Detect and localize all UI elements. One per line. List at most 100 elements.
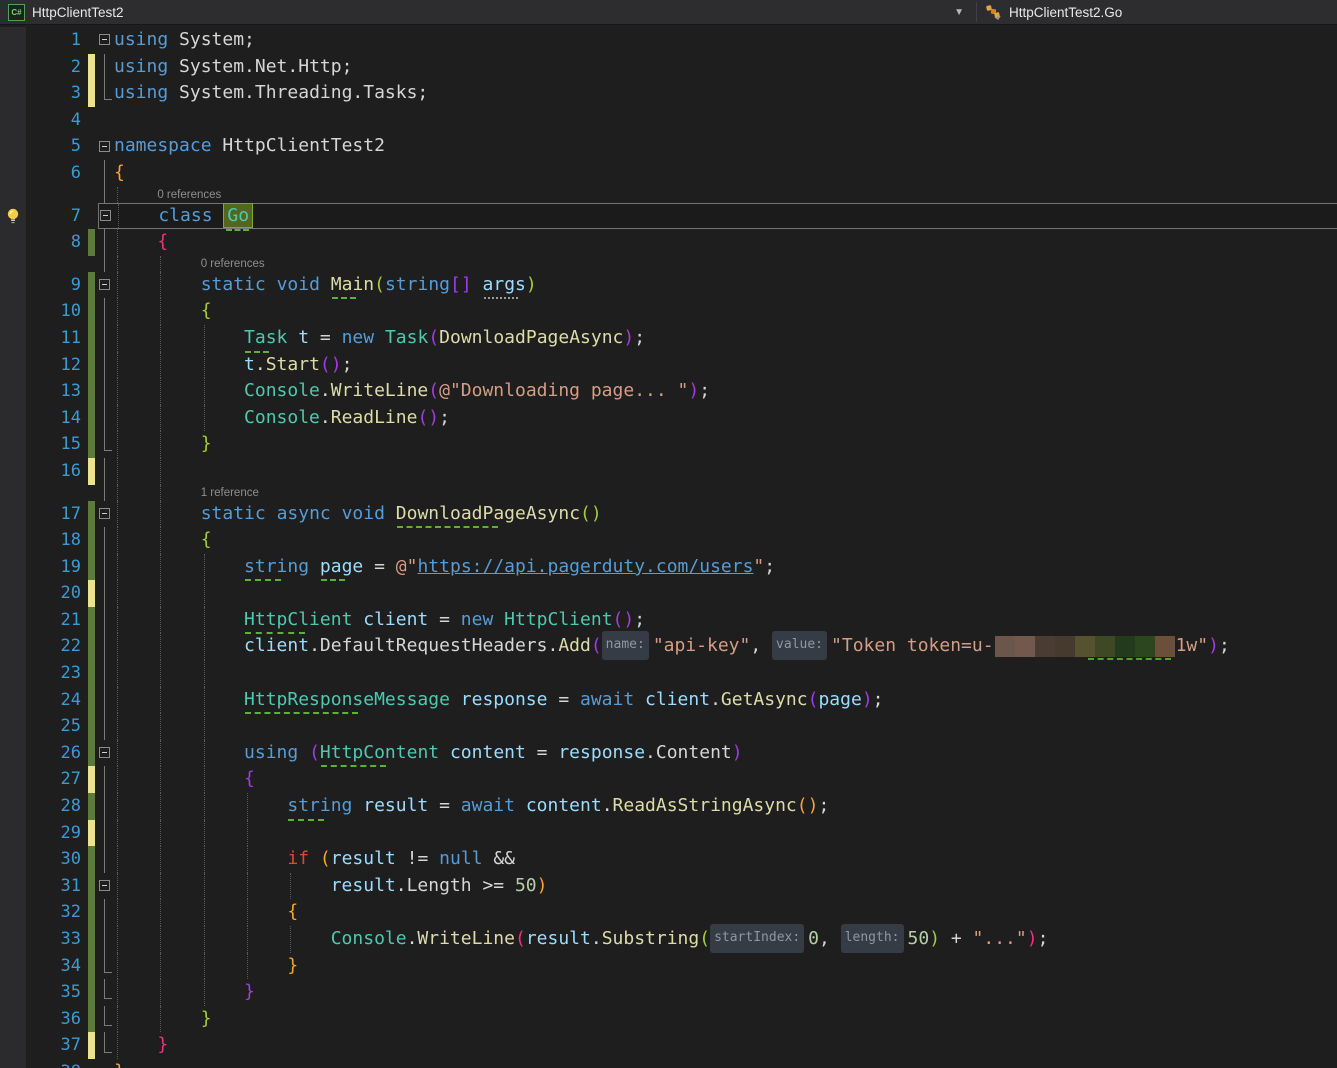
fold-collapse-icon[interactable] <box>99 508 110 519</box>
code-text[interactable] <box>114 458 1337 485</box>
breakpoint-margin[interactable] <box>0 133 26 160</box>
breakpoint-margin[interactable] <box>0 352 26 379</box>
breakpoint-margin[interactable] <box>0 979 26 1006</box>
code-text[interactable]: static void Main(string[] args) <box>114 272 1337 299</box>
code-text[interactable]: } <box>114 979 1337 1006</box>
codelens-references[interactable]: 0 references <box>201 256 265 272</box>
breakpoint-margin[interactable] <box>0 405 26 432</box>
code-text[interactable]: using System; <box>114 27 1337 54</box>
breakpoint-margin[interactable] <box>0 740 26 767</box>
breakpoint-margin[interactable] <box>0 203 26 230</box>
codelens-references[interactable]: 1 reference <box>201 485 259 501</box>
breakpoint-margin[interactable] <box>0 554 26 581</box>
code-editor[interactable]: 1using System;2using System.Net.Http;3us… <box>0 25 1337 1068</box>
breakpoint-margin[interactable] <box>0 660 26 687</box>
breakpoint-margin[interactable] <box>0 27 26 54</box>
breakpoint-margin[interactable] <box>0 256 26 272</box>
breakpoint-margin[interactable] <box>0 1032 26 1059</box>
fold-collapse-icon[interactable] <box>99 747 110 758</box>
code-text[interactable]: } <box>114 1006 1337 1033</box>
code-text[interactable]: using (HttpContent content = response.Co… <box>114 740 1337 767</box>
chevron-down-icon[interactable]: ▼ <box>954 7 968 18</box>
code-text[interactable]: string result = await content.ReadAsStri… <box>114 793 1337 820</box>
member-dropdown[interactable]: HttpClientTest2.Go <box>977 0 1130 24</box>
breakpoint-margin[interactable] <box>0 272 26 299</box>
breakpoint-margin[interactable] <box>0 899 26 926</box>
fold-collapse-icon[interactable] <box>99 279 110 290</box>
code-text[interactable]: t.Start(); <box>114 352 1337 379</box>
code-text[interactable]: using System.Net.Http; <box>114 54 1337 81</box>
code-text[interactable]: { <box>114 160 1337 187</box>
breakpoint-margin[interactable] <box>0 485 26 501</box>
fold-collapse-icon[interactable] <box>99 880 110 891</box>
breakpoint-margin[interactable] <box>0 1059 26 1068</box>
project-dropdown[interactable]: C# HttpClientTest2 ▼ <box>0 0 976 24</box>
code-text[interactable]: class Go <box>115 204 1337 229</box>
breakpoint-margin[interactable] <box>0 160 26 187</box>
code-text[interactable]: { <box>114 527 1337 554</box>
code-text[interactable]: namespace HttpClientTest2 <box>114 133 1337 160</box>
code-token: Main <box>331 272 374 299</box>
breakpoint-margin[interactable] <box>0 54 26 81</box>
breakpoint-margin[interactable] <box>0 1006 26 1033</box>
breakpoint-margin[interactable] <box>0 107 26 134</box>
code-text[interactable]: Console.WriteLine(result.Substring(start… <box>114 926 1337 953</box>
breakpoint-margin[interactable] <box>0 607 26 634</box>
breakpoint-margin[interactable] <box>0 378 26 405</box>
change-bar-column <box>88 485 98 501</box>
breakpoint-margin[interactable] <box>0 501 26 528</box>
code-token: string <box>385 272 450 299</box>
breakpoint-margin[interactable] <box>0 713 26 740</box>
breakpoint-margin[interactable] <box>0 298 26 325</box>
code-text[interactable]: } <box>114 1032 1337 1059</box>
breakpoint-margin[interactable] <box>0 187 26 203</box>
breakpoint-margin[interactable] <box>0 580 26 607</box>
code-text[interactable]: string page = @"https://api.pagerduty.co… <box>114 554 1337 581</box>
code-text[interactable] <box>114 580 1337 607</box>
code-text[interactable] <box>114 820 1337 847</box>
code-token: HttpResponseMessage <box>244 687 450 714</box>
code-text[interactable]: HttpClient client = new HttpClient(); <box>114 607 1337 634</box>
code-text[interactable]: client.DefaultRequestHeaders.Add(name:"a… <box>114 633 1337 660</box>
breakpoint-margin[interactable] <box>0 229 26 256</box>
code-text[interactable]: { <box>114 899 1337 926</box>
code-text[interactable]: } <box>114 953 1337 980</box>
code-text[interactable]: { <box>114 298 1337 325</box>
code-text[interactable]: Console.WriteLine(@"Downloading page... … <box>114 378 1337 405</box>
code-text[interactable]: if (result != null && <box>114 846 1337 873</box>
breakpoint-margin[interactable] <box>0 431 26 458</box>
code-text[interactable] <box>114 107 1337 134</box>
breakpoint-margin[interactable] <box>0 820 26 847</box>
breakpoint-margin[interactable] <box>0 873 26 900</box>
code-text[interactable]: } <box>114 431 1337 458</box>
breakpoint-margin[interactable] <box>0 80 26 107</box>
lightbulb-icon[interactable] <box>6 208 20 225</box>
line-number: 19 <box>26 554 88 581</box>
fold-collapse-icon[interactable] <box>99 141 110 152</box>
code-text[interactable]: using System.Threading.Tasks; <box>114 80 1337 107</box>
code-text[interactable] <box>114 713 1337 740</box>
breakpoint-margin[interactable] <box>0 793 26 820</box>
breakpoint-margin[interactable] <box>0 766 26 793</box>
code-text[interactable]: Console.ReadLine(); <box>114 405 1337 432</box>
breakpoint-margin[interactable] <box>0 953 26 980</box>
breakpoint-margin[interactable] <box>0 527 26 554</box>
fold-collapse-icon[interactable] <box>100 210 111 221</box>
code-text[interactable]: Task t = new Task(DownloadPageAsync); <box>114 325 1337 352</box>
breakpoint-margin[interactable] <box>0 325 26 352</box>
code-text[interactable]: { <box>114 229 1337 256</box>
code-text[interactable]: result.Length >= 50) <box>114 873 1337 900</box>
breakpoint-margin[interactable] <box>0 687 26 714</box>
breakpoint-margin[interactable] <box>0 633 26 660</box>
code-text[interactable]: { <box>114 766 1337 793</box>
url-link[interactable]: https://api.pagerduty.com/users <box>417 554 753 581</box>
code-text[interactable]: static async void DownloadPageAsync() <box>114 501 1337 528</box>
fold-collapse-icon[interactable] <box>99 34 110 45</box>
breakpoint-margin[interactable] <box>0 926 26 953</box>
code-text[interactable]: HttpResponseMessage response = await cli… <box>114 687 1337 714</box>
code-text[interactable] <box>114 660 1337 687</box>
breakpoint-margin[interactable] <box>0 458 26 485</box>
codelens-references[interactable]: 0 references <box>157 187 221 203</box>
code-text[interactable]: } <box>114 1059 1337 1068</box>
breakpoint-margin[interactable] <box>0 846 26 873</box>
